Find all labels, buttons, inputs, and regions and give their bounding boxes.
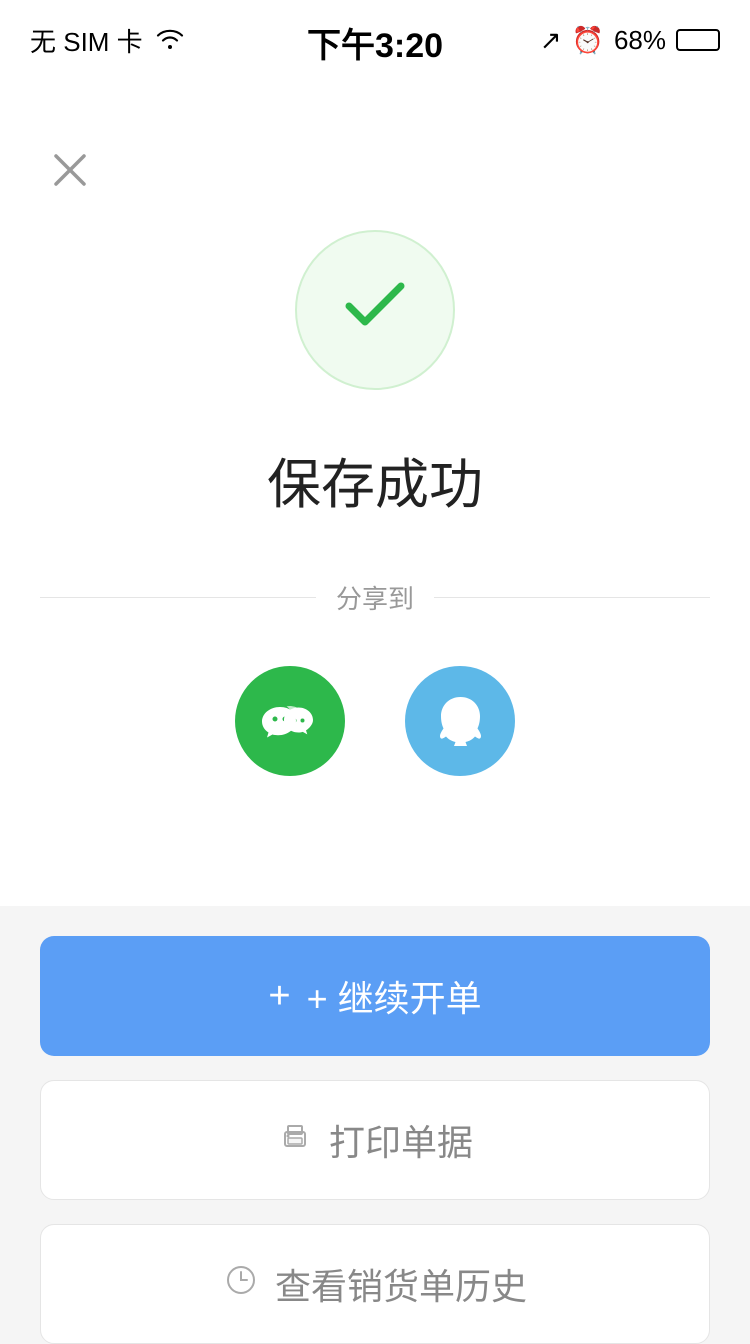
divider-left: [40, 597, 316, 598]
history-button[interactable]: 查看销货单历史: [40, 1224, 710, 1344]
main-content: 保存成功 分享到: [0, 80, 750, 906]
success-title: 保存成功: [40, 440, 710, 519]
battery-bar: [676, 29, 720, 51]
print-button[interactable]: 打印单据: [40, 1080, 710, 1200]
print-icon: [277, 1118, 313, 1163]
print-label: 打印单据: [329, 1114, 473, 1166]
wechat-share-button[interactable]: [235, 666, 345, 776]
status-right: ↗ ⏰ 68%: [540, 25, 720, 56]
status-bar: 无 SIM 卡 下午3:20 ↗ ⏰ 68%: [0, 0, 750, 80]
wechat-icon: [258, 689, 323, 754]
share-divider: 分享到: [40, 579, 710, 616]
close-button[interactable]: [40, 140, 100, 200]
wifi-icon: [155, 25, 185, 56]
history-icon: [223, 1262, 259, 1307]
close-icon: [50, 150, 90, 190]
continue-order-button[interactable]: + + 继续开单: [40, 936, 710, 1056]
continue-order-label: + 继续开单: [307, 970, 482, 1022]
status-left: 无 SIM 卡: [30, 22, 185, 59]
qq-share-button[interactable]: [405, 666, 515, 776]
buttons-section: + + 继续开单 打印单据 查看销货单历史: [0, 906, 750, 1344]
alarm-icon: ⏰: [572, 25, 604, 56]
success-circle: [295, 230, 455, 390]
status-time: 下午3:20: [307, 18, 443, 67]
sim-label: 无 SIM 卡: [30, 22, 143, 59]
checkmark-icon: [335, 264, 415, 357]
battery-percent: 68%: [614, 25, 666, 56]
share-icons-container: [40, 666, 710, 776]
location-icon: ↗: [540, 25, 562, 56]
share-label: 分享到: [336, 579, 414, 616]
divider-right: [434, 597, 710, 598]
plus-icon: +: [268, 975, 290, 1018]
history-label: 查看销货单历史: [275, 1258, 527, 1310]
qq-icon: [428, 689, 493, 754]
